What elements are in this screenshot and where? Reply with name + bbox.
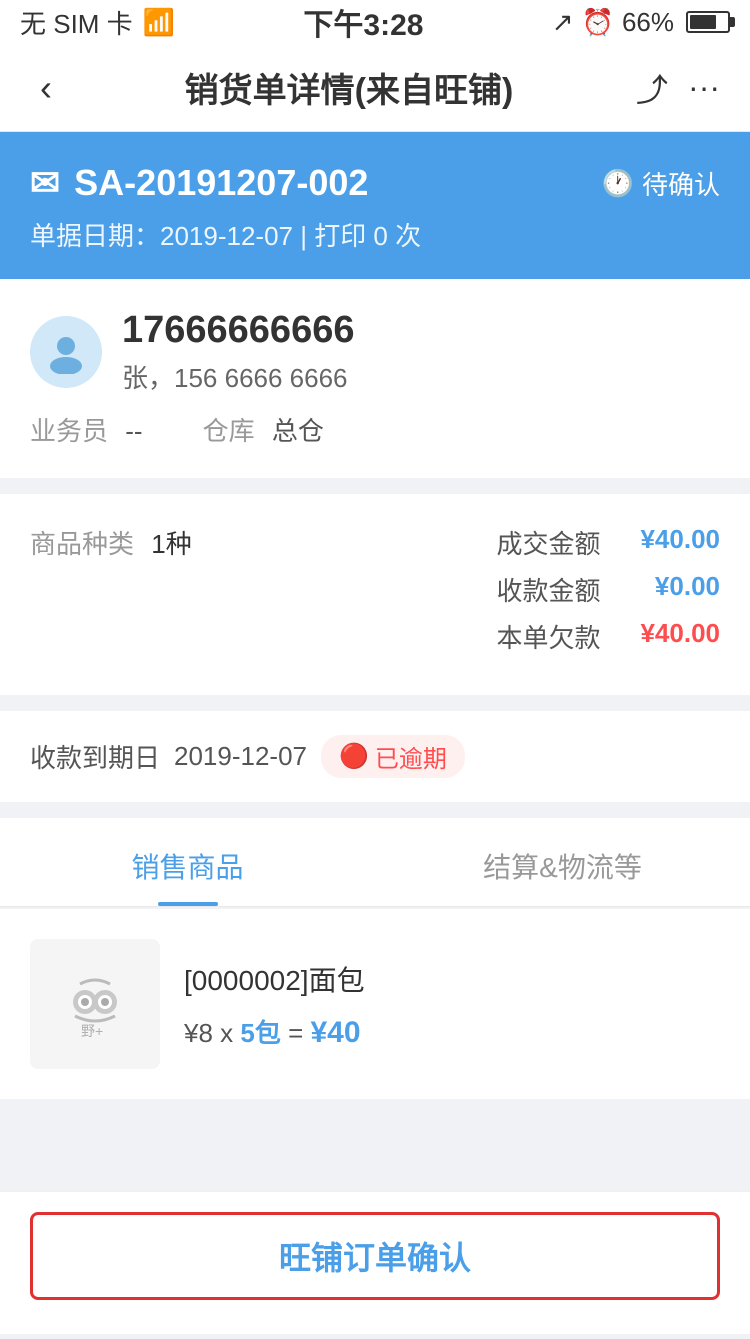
share-button[interactable]: ⤴ bbox=[636, 65, 668, 111]
price-separator: = bbox=[281, 1018, 311, 1048]
order-header-card: ✉ SA-20191207-002 🕐 待确认 单据日期：2019-12-07 … bbox=[0, 132, 750, 279]
financial-summary: 成交金额 ¥40.00 收款金额 ¥0.00 本单欠款 ¥40.00 bbox=[496, 524, 720, 665]
warehouse-label: 仓库 bbox=[203, 416, 255, 446]
page-title: 销货单详情(来自旺铺) bbox=[62, 63, 636, 112]
tabs-bar: 销售商品 结算&物流等 bbox=[0, 818, 750, 907]
received-amount-value: ¥0.00 bbox=[655, 571, 720, 608]
deal-amount-value: ¥40.00 bbox=[640, 524, 720, 561]
deal-amount-row: 成交金额 ¥40.00 bbox=[496, 524, 720, 561]
status-clock-icon: 🕐 bbox=[602, 168, 634, 199]
product-type-section: 商品种类 1种 bbox=[30, 524, 192, 561]
product-details: [0000002]面包 ¥8 x 5包 = ¥40 bbox=[184, 959, 720, 1050]
price-text: ¥8 x bbox=[184, 1018, 240, 1048]
status-text: 待确认 bbox=[642, 165, 720, 202]
confirm-button-wrapper: 旺铺订单确认 bbox=[0, 1190, 750, 1334]
customer-meta-row: 业务员 -- 仓库 总仓 bbox=[30, 411, 720, 448]
battery-icon bbox=[686, 11, 730, 33]
product-thumbnail: 野+ bbox=[30, 939, 160, 1069]
status-bar-right: ↗ ⏰ 66% bbox=[552, 7, 730, 38]
alarm-icon: ⏰ bbox=[582, 7, 614, 38]
warehouse-field: 仓库 总仓 bbox=[203, 411, 324, 448]
order-id-section: ✉ SA-20191207-002 bbox=[30, 162, 368, 204]
sales-label: 业务员 bbox=[30, 416, 108, 446]
customer-sub-info: 张，156 6666 6666 bbox=[122, 358, 354, 395]
product-total: ¥40 bbox=[310, 1016, 360, 1049]
order-status-badge: 🕐 待确认 bbox=[602, 165, 720, 202]
owed-amount-label: 本单欠款 bbox=[496, 618, 600, 655]
tab-settlement[interactable]: 结算&物流等 bbox=[375, 818, 750, 906]
nav-actions: ⤴ ··· bbox=[636, 65, 720, 111]
product-list-item: 野+ [0000002]面包 ¥8 x 5包 = ¥40 bbox=[0, 909, 750, 1099]
product-price-row: ¥8 x 5包 = ¥40 bbox=[184, 1013, 720, 1050]
sales-value: -- bbox=[125, 416, 142, 446]
customer-info: 17666666666 张，156 6666 6666 bbox=[122, 309, 354, 395]
overdue-icon: 🔴 bbox=[339, 742, 369, 771]
status-bar-left: 无 SIM 卡 📶 bbox=[20, 4, 175, 41]
due-date-value: 2019-12-07 bbox=[174, 741, 307, 772]
sales-field: 业务员 -- bbox=[30, 411, 143, 448]
location-icon: ↗ bbox=[552, 7, 574, 38]
wifi-icon: 📶 bbox=[143, 7, 175, 38]
product-name: [0000002]面包 bbox=[184, 959, 720, 999]
more-button[interactable]: ··· bbox=[688, 69, 720, 106]
status-bar-time: 下午3:28 bbox=[303, 0, 423, 44]
nav-bar: ‹ 销货单详情(来自旺铺) ⤴ ··· bbox=[0, 44, 750, 132]
due-date-card: 收款到期日 2019-12-07 🔴 已逾期 bbox=[0, 711, 750, 802]
battery-percent: 66% bbox=[622, 7, 674, 38]
owed-amount-row: 本单欠款 ¥40.00 bbox=[496, 618, 720, 655]
owed-amount-value: ¥40.00 bbox=[640, 618, 720, 655]
tab-products[interactable]: 销售商品 bbox=[0, 818, 375, 906]
customer-phone: 17666666666 bbox=[122, 309, 354, 352]
product-type-value: 1种 bbox=[151, 529, 191, 559]
order-icon: ✉ bbox=[30, 162, 60, 204]
product-qty: 5包 bbox=[240, 1018, 280, 1048]
deal-amount-label: 成交金额 bbox=[496, 524, 600, 561]
product-type-label: 商品种类 bbox=[30, 529, 134, 559]
customer-avatar bbox=[30, 316, 102, 388]
carrier-label: 无 SIM 卡 bbox=[20, 4, 133, 41]
received-amount-row: 收款金额 ¥0.00 bbox=[496, 571, 720, 608]
warehouse-value: 总仓 bbox=[272, 416, 324, 446]
overdue-text: 已逾期 bbox=[375, 739, 447, 774]
order-date-line: 单据日期：2019-12-07 | 打印 0 次 bbox=[30, 216, 720, 253]
back-button[interactable]: ‹ bbox=[30, 57, 62, 119]
svg-text:野+: 野+ bbox=[81, 1023, 103, 1039]
overdue-badge: 🔴 已逾期 bbox=[321, 735, 465, 778]
status-bar: 无 SIM 卡 📶 下午3:28 ↗ ⏰ 66% bbox=[0, 0, 750, 44]
summary-card: 商品种类 1种 成交金额 ¥40.00 收款金额 ¥0.00 本单欠款 ¥40.… bbox=[0, 494, 750, 695]
order-id-text: SA-20191207-002 bbox=[74, 162, 368, 204]
received-amount-label: 收款金额 bbox=[496, 571, 600, 608]
customer-card: 17666666666 张，156 6666 6666 业务员 -- 仓库 总仓 bbox=[0, 279, 750, 478]
due-date-label: 收款到期日 bbox=[30, 738, 160, 775]
confirm-order-button[interactable]: 旺铺订单确认 bbox=[30, 1212, 720, 1300]
